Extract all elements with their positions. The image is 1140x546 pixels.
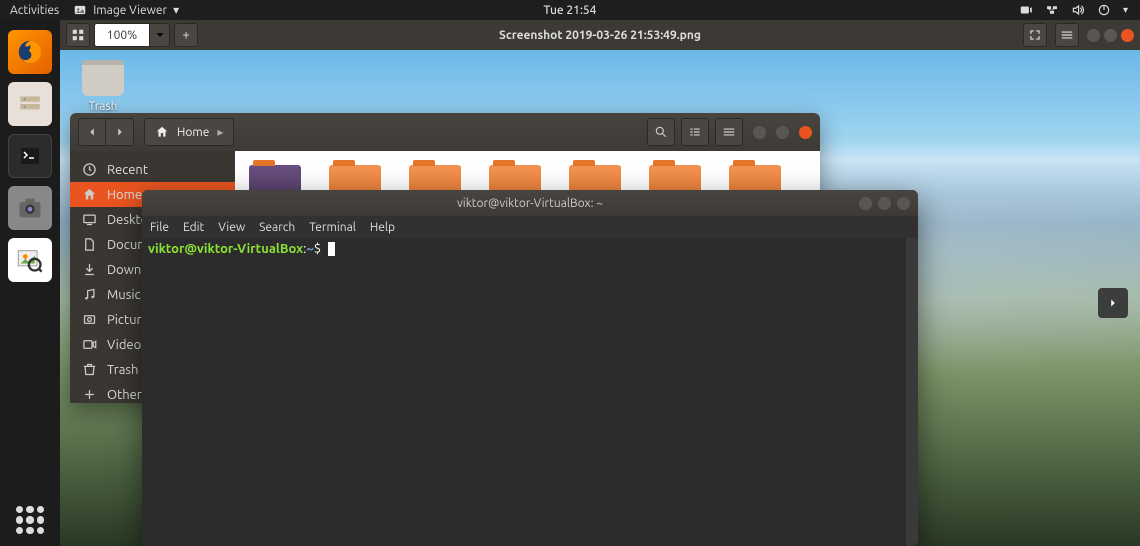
list-icon [688,125,702,139]
terminal-body[interactable]: viktor@viktor-VirtualBox:~$ [142,238,918,546]
search-button[interactable] [647,118,675,146]
sidebar-item-recent[interactable]: Recent [70,157,235,182]
path-bar[interactable]: Home ▸ [144,118,234,146]
prompt-symbol: $ [314,242,321,256]
chevron-right-icon [1106,296,1120,310]
hamburger-menu-button[interactable] [1055,23,1079,47]
system-dropdown-icon[interactable]: ▾ [1123,4,1128,16]
image-viewer-header: 100% + Screenshot 2019-03-26 21:53:49.pn… [60,20,1140,50]
files-minimize-button[interactable] [753,126,766,139]
terminal-cursor [328,242,335,256]
dock-terminal[interactable] [8,134,52,178]
search-icon [654,125,668,139]
terminal-titlebar[interactable]: viktor@viktor-VirtualBox: ~ [142,190,918,216]
fullscreen-icon [1028,28,1042,42]
terminal-scrollbar[interactable] [906,238,918,546]
menu-terminal[interactable]: Terminal [309,221,356,234]
trash-label: Trash [82,100,124,113]
dock [0,20,60,546]
loupe-icon [16,246,44,274]
files-titlebar: Home ▸ [70,113,820,151]
hamburger-button[interactable] [715,118,743,146]
close-button[interactable] [1121,29,1134,42]
home-icon [155,125,169,139]
terminal-title: viktor@viktor-VirtualBox: ~ [457,197,603,210]
show-applications-button[interactable] [16,506,44,534]
terminal-window: viktor@viktor-VirtualBox: ~ File Edit Vi… [142,190,918,546]
files-maximize-button[interactable] [776,126,789,139]
dock-files[interactable] [8,82,52,126]
volume-icon[interactable] [1071,3,1085,17]
prompt-path: ~ [306,242,313,256]
path-label: Home [177,126,209,139]
desktop-trash[interactable]: Trash [82,60,124,113]
screencast-icon[interactable] [1019,3,1033,17]
clock[interactable]: Tue 21:54 [544,4,597,17]
camera-icon [16,194,44,222]
files-icon [17,91,43,117]
menu-file[interactable]: File [150,221,169,234]
network-icon[interactable] [1045,3,1059,17]
app-menu[interactable]: Image Viewer ▾ [73,3,179,17]
top-panel: Activities Image Viewer ▾ Tue 21:54 ▾ [0,0,1140,20]
prompt-user: viktor@viktor-VirtualBox [148,242,303,256]
terminal-maximize-button[interactable] [878,197,891,210]
menu-edit[interactable]: Edit [183,221,204,234]
chevron-left-icon [85,125,99,139]
dock-image-viewer[interactable] [8,238,52,282]
hamburger-icon [1060,28,1074,42]
zoom-dropdown[interactable] [150,23,170,47]
files-close-button[interactable] [799,126,812,139]
path-separator-icon: ▸ [217,125,223,139]
grid-icon [71,28,85,42]
image-viewer-icon [73,3,87,17]
view-list-button[interactable] [681,118,709,146]
dock-firefox[interactable] [8,30,52,74]
menu-help[interactable]: Help [370,221,395,234]
trash-icon [82,60,124,96]
chevron-down-icon [153,28,167,42]
fullscreen-button[interactable] [1023,23,1047,47]
forward-button[interactable] [106,118,134,146]
back-button[interactable] [78,118,106,146]
menu-view[interactable]: View [218,221,245,234]
image-viewer-title: Screenshot 2019-03-26 21:53:49.png [499,29,701,42]
maximize-button[interactable] [1104,29,1117,42]
power-icon[interactable] [1097,3,1111,17]
dropdown-arrow-icon: ▾ [173,3,179,17]
next-image-button[interactable] [1098,288,1128,318]
hamburger-icon [722,125,736,139]
dock-screenshot[interactable] [8,186,52,230]
chevron-right-icon [113,125,127,139]
activities-button[interactable]: Activities [10,4,59,17]
gallery-button[interactable] [66,23,90,47]
zoom-in-button[interactable]: + [174,23,198,47]
terminal-menubar: File Edit View Search Terminal Help [142,216,918,238]
menu-search[interactable]: Search [259,221,295,234]
firefox-icon [15,37,45,67]
minimize-button[interactable] [1087,29,1100,42]
zoom-level[interactable]: 100% [94,23,150,47]
terminal-icon [18,144,42,168]
terminal-close-button[interactable] [897,197,910,210]
terminal-minimize-button[interactable] [859,197,872,210]
